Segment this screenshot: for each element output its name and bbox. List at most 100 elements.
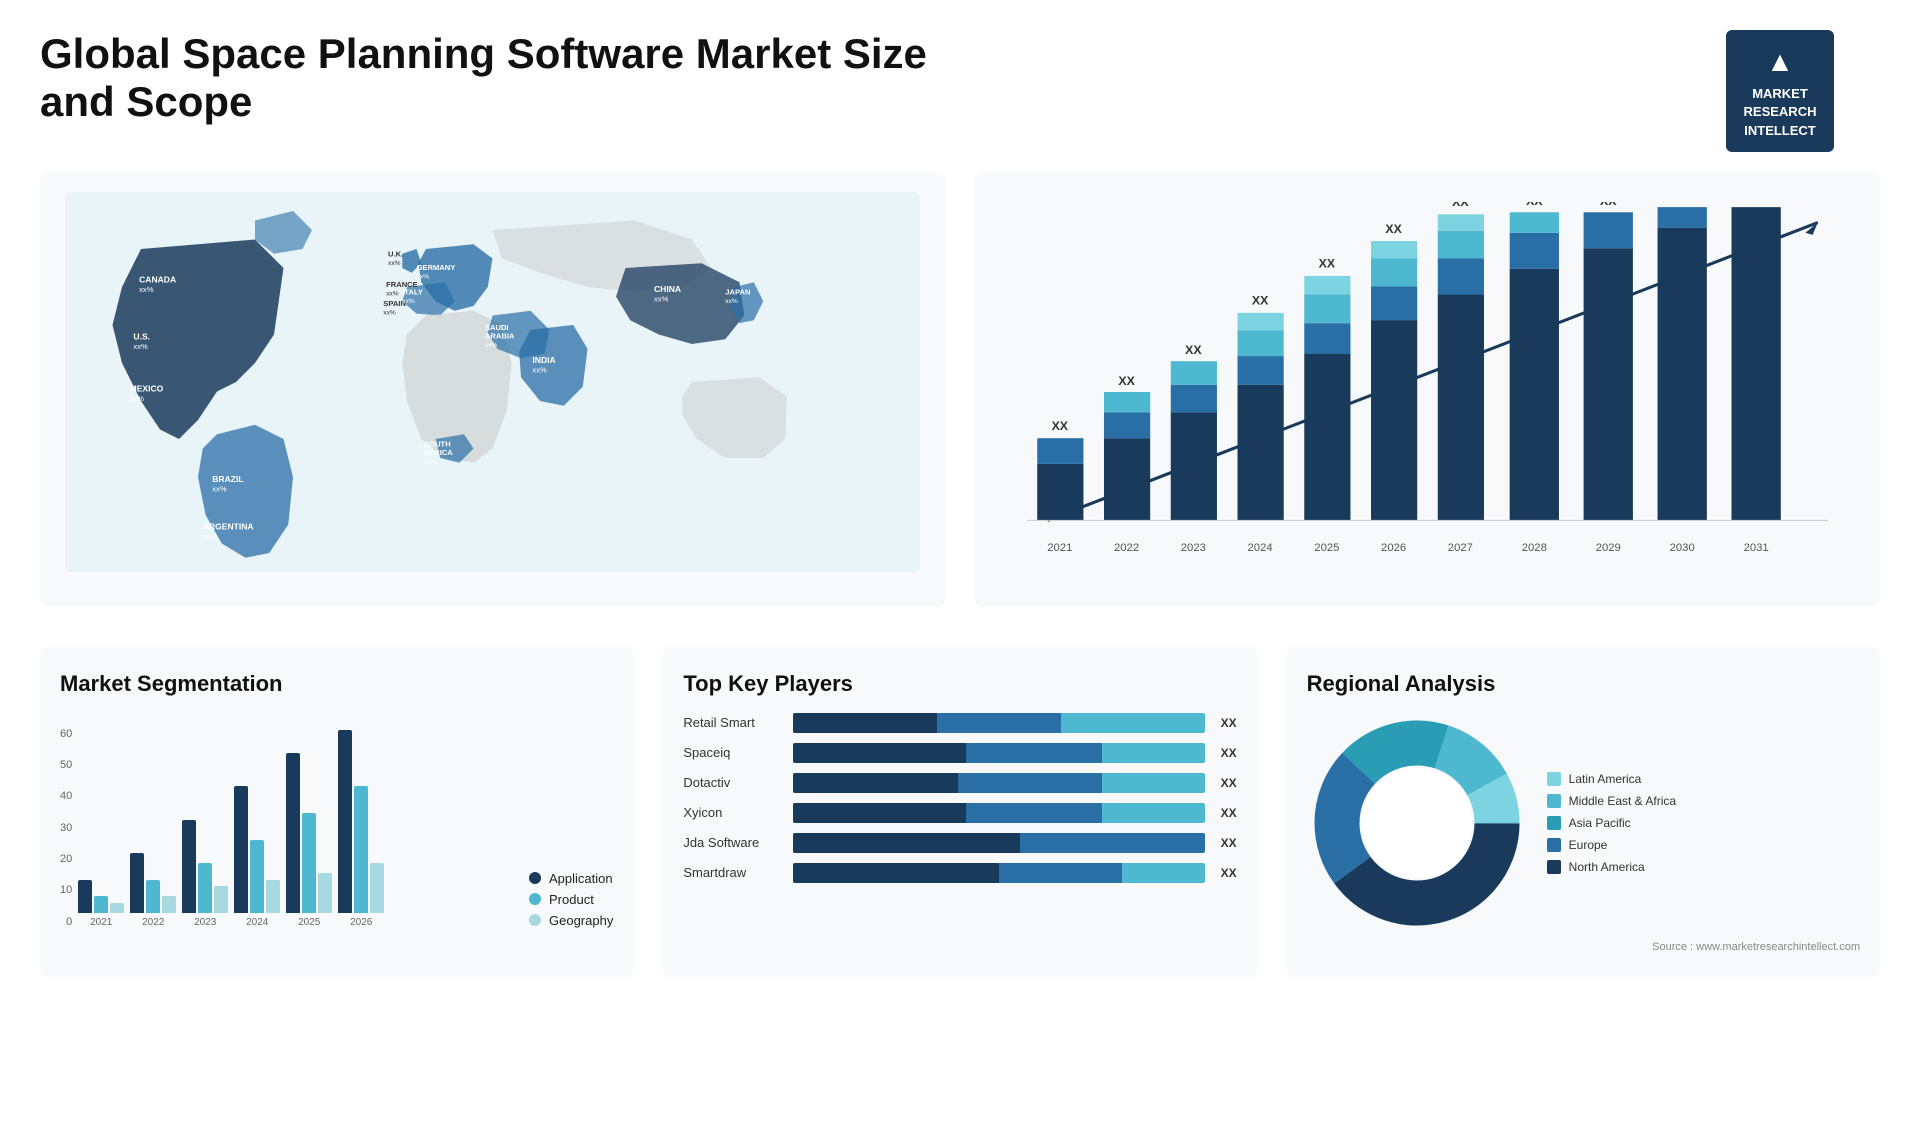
bar-seg3 — [1061, 713, 1205, 733]
logo-line1: MARKET — [1752, 86, 1808, 101]
players-list: Retail Smart XX Spaceiq XX Dotactiv — [683, 713, 1236, 883]
geography-dot — [529, 914, 541, 926]
latin-america-label: Latin America — [1569, 772, 1642, 786]
svg-text:2024: 2024 — [1248, 542, 1273, 554]
svg-text:xx%: xx% — [386, 290, 399, 297]
seg-bars — [78, 713, 499, 913]
logo-line2: RESEARCH — [1744, 104, 1817, 119]
svg-text:XX: XX — [1385, 222, 1402, 236]
app-bar-2023 — [182, 820, 196, 913]
seg-group-2025 — [286, 753, 332, 913]
svg-text:xx%: xx% — [383, 309, 396, 316]
svg-text:XX: XX — [1600, 202, 1617, 208]
bar-seg2 — [1020, 833, 1205, 853]
segmentation-section: Market Segmentation 60 50 40 30 20 10 0 — [40, 647, 633, 977]
geo-bar-2021 — [110, 903, 124, 913]
svg-text:xx%: xx% — [133, 342, 148, 351]
north-america-color — [1547, 860, 1561, 874]
svg-text:2029: 2029 — [1596, 542, 1621, 554]
player-bar-retail-smart — [793, 713, 1204, 733]
donut-area: Latin America Middle East & Africa Asia … — [1307, 713, 1860, 933]
player-value-dotactiv: XX — [1221, 776, 1237, 790]
app-bar-2025 — [286, 753, 300, 913]
app-bar-2026 — [338, 730, 352, 913]
players-section: Top Key Players Retail Smart XX Spaceiq — [663, 647, 1256, 977]
logo-icon: ▲ — [1744, 42, 1817, 81]
svg-text:2026: 2026 — [1381, 542, 1406, 554]
player-name-xyicon: Xyicon — [683, 805, 783, 820]
svg-text:XX: XX — [1185, 343, 1202, 357]
product-dot — [529, 893, 541, 905]
prod-bar-2026 — [354, 786, 368, 913]
bar-seg3 — [1102, 803, 1205, 823]
growth-chart: XX 2021 XX 2022 XX 2023 XX 2024 — [995, 202, 1860, 582]
svg-text:XX: XX — [1319, 256, 1336, 270]
prod-bar-2025 — [302, 813, 316, 913]
bar-seg3 — [1122, 863, 1204, 883]
chart-section: XX 2021 XX 2022 XX 2023 XX 2024 — [975, 172, 1880, 607]
svg-text:xx%: xx% — [212, 484, 227, 493]
svg-text:JAPAN: JAPAN — [725, 287, 750, 296]
logo-box: ▲ MARKET RESEARCH INTELLECT — [1726, 30, 1835, 152]
product-label: Product — [549, 892, 594, 907]
player-row-smartdraw: Smartdraw XX — [683, 863, 1236, 883]
segmentation-title: Market Segmentation — [60, 671, 613, 697]
regional-title: Regional Analysis — [1307, 671, 1860, 697]
player-row-jda: Jda Software XX — [683, 833, 1236, 853]
legend-product: Product — [529, 892, 613, 907]
svg-text:2027: 2027 — [1448, 542, 1473, 554]
player-row-spaceiq: Spaceiq XX — [683, 743, 1236, 763]
seg-group-2021 — [78, 880, 124, 913]
svg-text:xx%: xx% — [485, 342, 498, 349]
svg-text:xx%: xx% — [424, 458, 437, 465]
geo-bar-2022 — [162, 896, 176, 913]
donut-legend: Latin America Middle East & Africa Asia … — [1547, 772, 1676, 874]
svg-text:xx%: xx% — [139, 285, 154, 294]
player-value-jda: XX — [1221, 836, 1237, 850]
player-bar-jda — [793, 833, 1204, 853]
asia-pacific-label: Asia Pacific — [1569, 816, 1631, 830]
prod-bar-2023 — [198, 863, 212, 913]
donut-chart — [1307, 713, 1527, 933]
bar-seg3 — [1102, 773, 1205, 793]
latin-america-color — [1547, 772, 1561, 786]
bar-seg1 — [793, 833, 1019, 853]
svg-text:XX: XX — [1452, 202, 1469, 209]
seg-y-axis: 60 50 40 30 20 10 0 — [60, 728, 78, 928]
asia-pacific-color — [1547, 816, 1561, 830]
bar-seg1 — [793, 713, 937, 733]
svg-text:2028: 2028 — [1522, 542, 1547, 554]
svg-text:INDIA: INDIA — [532, 355, 555, 365]
bar-seg1 — [793, 803, 966, 823]
svg-text:ARABIA: ARABIA — [485, 331, 515, 340]
seg-group-2024 — [234, 786, 280, 913]
middle-east-label: Middle East & Africa — [1569, 794, 1676, 808]
svg-text:xx%: xx% — [532, 365, 547, 374]
player-name-smartdraw: Smartdraw — [683, 865, 783, 880]
svg-text:MEXICO: MEXICO — [130, 383, 164, 393]
geo-bar-2025 — [318, 873, 332, 913]
player-row-xyicon: Xyicon XX — [683, 803, 1236, 823]
legend-application: Application — [529, 871, 613, 886]
app-bar-2024 — [234, 786, 248, 913]
player-row-dotactiv: Dotactiv XX — [683, 773, 1236, 793]
player-name-jda: Jda Software — [683, 835, 783, 850]
svg-text:BRAZIL: BRAZIL — [212, 474, 243, 484]
players-title: Top Key Players — [683, 671, 1236, 697]
seg-group-2022 — [130, 853, 176, 913]
svg-text:XX: XX — [1526, 202, 1543, 208]
player-bar-xyicon — [793, 803, 1204, 823]
svg-text:GERMANY: GERMANY — [417, 263, 456, 272]
app-bar-2022 — [130, 853, 144, 913]
header: Global Space Planning Software Market Si… — [40, 30, 1880, 152]
svg-text:XX: XX — [1052, 419, 1069, 433]
bar-seg1 — [793, 773, 958, 793]
map-section: CANADA xx% U.S. xx% MEXICO xx% BRAZIL xx… — [40, 172, 945, 607]
legend-asia-pacific: Asia Pacific — [1547, 816, 1676, 830]
seg-legend: Application Product Geography — [529, 871, 613, 928]
prod-bar-2024 — [250, 840, 264, 913]
svg-text:XX: XX — [1674, 202, 1691, 205]
svg-text:2030: 2030 — [1670, 542, 1695, 554]
player-value-spaceiq: XX — [1221, 746, 1237, 760]
svg-text:xx%: xx% — [203, 532, 218, 541]
